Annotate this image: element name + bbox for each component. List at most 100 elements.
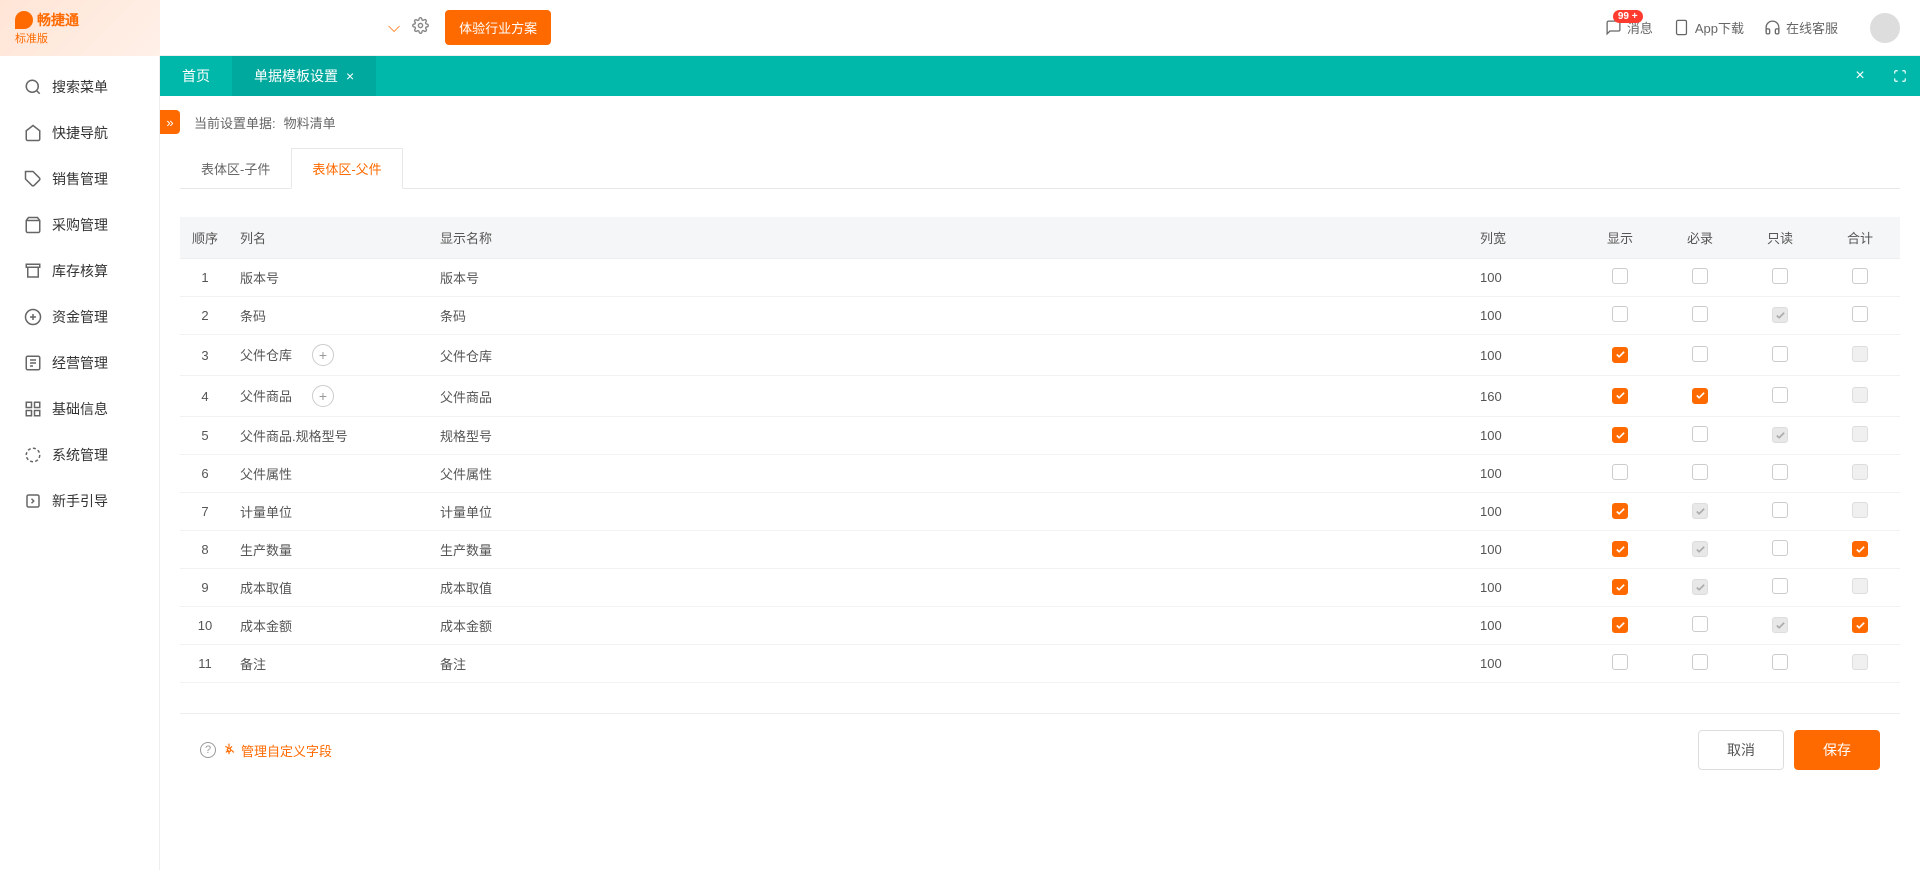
show-checkbox[interactable] bbox=[1612, 654, 1628, 670]
support-action[interactable]: 在线客服 bbox=[1764, 18, 1838, 37]
table-row[interactable]: 6 父件属性 父件属性 100 bbox=[180, 455, 1900, 493]
cell-display[interactable]: 成本金额 bbox=[430, 607, 1470, 645]
cell-display[interactable]: 生产数量 bbox=[430, 531, 1470, 569]
cell-display[interactable]: 规格型号 bbox=[430, 417, 1470, 455]
sidebar-item-business[interactable]: 经营管理 bbox=[0, 340, 159, 386]
sidebar-item-sales[interactable]: 销售管理 bbox=[0, 156, 159, 202]
cell-width[interactable]: 100 bbox=[1470, 455, 1580, 493]
close-all-icon[interactable]: × bbox=[1840, 56, 1880, 96]
sidebar-item-basic[interactable]: 基础信息 bbox=[0, 386, 159, 432]
table-row[interactable]: 2 条码 条码 100 bbox=[180, 297, 1900, 335]
readonly-checkbox[interactable] bbox=[1772, 268, 1788, 284]
show-checkbox[interactable] bbox=[1612, 617, 1628, 633]
sub-tab-child[interactable]: 表体区-子件 bbox=[180, 148, 291, 189]
show-checkbox[interactable] bbox=[1612, 347, 1628, 363]
tab-home[interactable]: 首页 bbox=[160, 56, 232, 96]
sidebar-item-home[interactable]: 快捷导航 bbox=[0, 110, 159, 156]
show-checkbox[interactable] bbox=[1612, 427, 1628, 443]
sidebar-item-search[interactable]: 搜索菜单 bbox=[0, 64, 159, 110]
cancel-button[interactable]: 取消 bbox=[1698, 730, 1784, 770]
required-checkbox[interactable] bbox=[1692, 306, 1708, 322]
required-checkbox[interactable] bbox=[1692, 388, 1708, 404]
total-checkbox[interactable] bbox=[1852, 541, 1868, 557]
cell-width[interactable]: 100 bbox=[1470, 645, 1580, 683]
table-row[interactable]: 8 生产数量 生产数量 100 bbox=[180, 531, 1900, 569]
sidebar-item-purchase[interactable]: 采购管理 bbox=[0, 202, 159, 248]
required-checkbox[interactable] bbox=[1692, 464, 1708, 480]
messages-action[interactable]: 99 + 消息 bbox=[1605, 18, 1653, 37]
expand-toggle-icon[interactable]: » bbox=[160, 110, 180, 134]
cell-name[interactable]: 成本金额 bbox=[230, 607, 430, 645]
tab-template-settings[interactable]: 单据模板设置 × bbox=[232, 56, 376, 96]
table-row[interactable]: 9 成本取值 成本取值 100 bbox=[180, 569, 1900, 607]
sub-tab-parent[interactable]: 表体区-父件 bbox=[291, 148, 402, 189]
cell-width[interactable]: 100 bbox=[1470, 569, 1580, 607]
table-row[interactable]: 1 版本号 版本号 100 bbox=[180, 259, 1900, 297]
readonly-checkbox[interactable] bbox=[1772, 464, 1788, 480]
table-row[interactable]: 3 父件仓库+ 父件仓库 100 bbox=[180, 335, 1900, 376]
table-row[interactable]: 11 备注 备注 100 bbox=[180, 645, 1900, 683]
cell-display[interactable]: 父件商品 bbox=[430, 376, 1470, 417]
experience-button[interactable]: 体验行业方案 bbox=[445, 10, 551, 45]
table-row[interactable]: 4 父件商品+ 父件商品 160 bbox=[180, 376, 1900, 417]
cell-name[interactable]: 成本取值 bbox=[230, 569, 430, 607]
table-row[interactable]: 5 父件商品.规格型号 规格型号 100 bbox=[180, 417, 1900, 455]
readonly-checkbox[interactable] bbox=[1772, 387, 1788, 403]
cell-display[interactable]: 条码 bbox=[430, 297, 1470, 335]
add-icon[interactable]: + bbox=[312, 344, 334, 366]
table-row[interactable]: 10 成本金额 成本金额 100 bbox=[180, 607, 1900, 645]
total-checkbox[interactable] bbox=[1852, 306, 1868, 322]
readonly-checkbox[interactable] bbox=[1772, 654, 1788, 670]
cell-width[interactable]: 100 bbox=[1470, 607, 1580, 645]
cell-name[interactable]: 版本号 bbox=[230, 259, 430, 297]
cell-name[interactable]: 计量单位 bbox=[230, 493, 430, 531]
help-icon[interactable]: ? bbox=[200, 742, 216, 758]
add-icon[interactable]: + bbox=[312, 385, 334, 407]
total-checkbox[interactable] bbox=[1852, 268, 1868, 284]
show-checkbox[interactable] bbox=[1612, 579, 1628, 595]
save-button[interactable]: 保存 bbox=[1794, 730, 1880, 770]
cell-display[interactable]: 版本号 bbox=[430, 259, 1470, 297]
tab-close-icon[interactable]: × bbox=[346, 68, 354, 84]
show-checkbox[interactable] bbox=[1612, 388, 1628, 404]
readonly-checkbox[interactable] bbox=[1772, 502, 1788, 518]
fullscreen-icon[interactable] bbox=[1880, 56, 1920, 96]
logo[interactable]: 畅捷通 标准版 bbox=[0, 0, 160, 56]
cell-display[interactable]: 备注 bbox=[430, 645, 1470, 683]
custom-fields-link[interactable]: 管理自定义字段 bbox=[222, 741, 332, 760]
cell-name[interactable]: 父件属性 bbox=[230, 455, 430, 493]
cell-width[interactable]: 160 bbox=[1470, 376, 1580, 417]
cell-name[interactable]: 条码 bbox=[230, 297, 430, 335]
readonly-checkbox[interactable] bbox=[1772, 346, 1788, 362]
cell-name[interactable]: 备注 bbox=[230, 645, 430, 683]
avatar[interactable] bbox=[1870, 13, 1900, 43]
cell-display[interactable]: 父件仓库 bbox=[430, 335, 1470, 376]
sidebar-item-system[interactable]: 系统管理 bbox=[0, 432, 159, 478]
total-checkbox[interactable] bbox=[1852, 617, 1868, 633]
show-checkbox[interactable] bbox=[1612, 268, 1628, 284]
cell-name[interactable]: 生产数量 bbox=[230, 531, 430, 569]
cell-width[interactable]: 100 bbox=[1470, 335, 1580, 376]
sidebar-item-guide[interactable]: 新手引导 bbox=[0, 478, 159, 524]
cell-display[interactable]: 父件属性 bbox=[430, 455, 1470, 493]
readonly-checkbox[interactable] bbox=[1772, 578, 1788, 594]
show-checkbox[interactable] bbox=[1612, 464, 1628, 480]
sidebar-item-inventory[interactable]: 库存核算 bbox=[0, 248, 159, 294]
cell-width[interactable]: 100 bbox=[1470, 531, 1580, 569]
sidebar-item-funds[interactable]: 资金管理 bbox=[0, 294, 159, 340]
cell-name[interactable]: 父件商品.规格型号 bbox=[230, 417, 430, 455]
cell-display[interactable]: 计量单位 bbox=[430, 493, 1470, 531]
required-checkbox[interactable] bbox=[1692, 346, 1708, 362]
cell-width[interactable]: 100 bbox=[1470, 417, 1580, 455]
cell-width[interactable]: 100 bbox=[1470, 493, 1580, 531]
required-checkbox[interactable] bbox=[1692, 616, 1708, 632]
download-action[interactable]: App下载 bbox=[1673, 18, 1744, 37]
required-checkbox[interactable] bbox=[1692, 268, 1708, 284]
show-checkbox[interactable] bbox=[1612, 503, 1628, 519]
cell-width[interactable]: 100 bbox=[1470, 259, 1580, 297]
show-checkbox[interactable] bbox=[1612, 306, 1628, 322]
cell-name[interactable]: 父件商品+ bbox=[230, 376, 430, 417]
readonly-checkbox[interactable] bbox=[1772, 540, 1788, 556]
show-checkbox[interactable] bbox=[1612, 541, 1628, 557]
cell-width[interactable]: 100 bbox=[1470, 297, 1580, 335]
